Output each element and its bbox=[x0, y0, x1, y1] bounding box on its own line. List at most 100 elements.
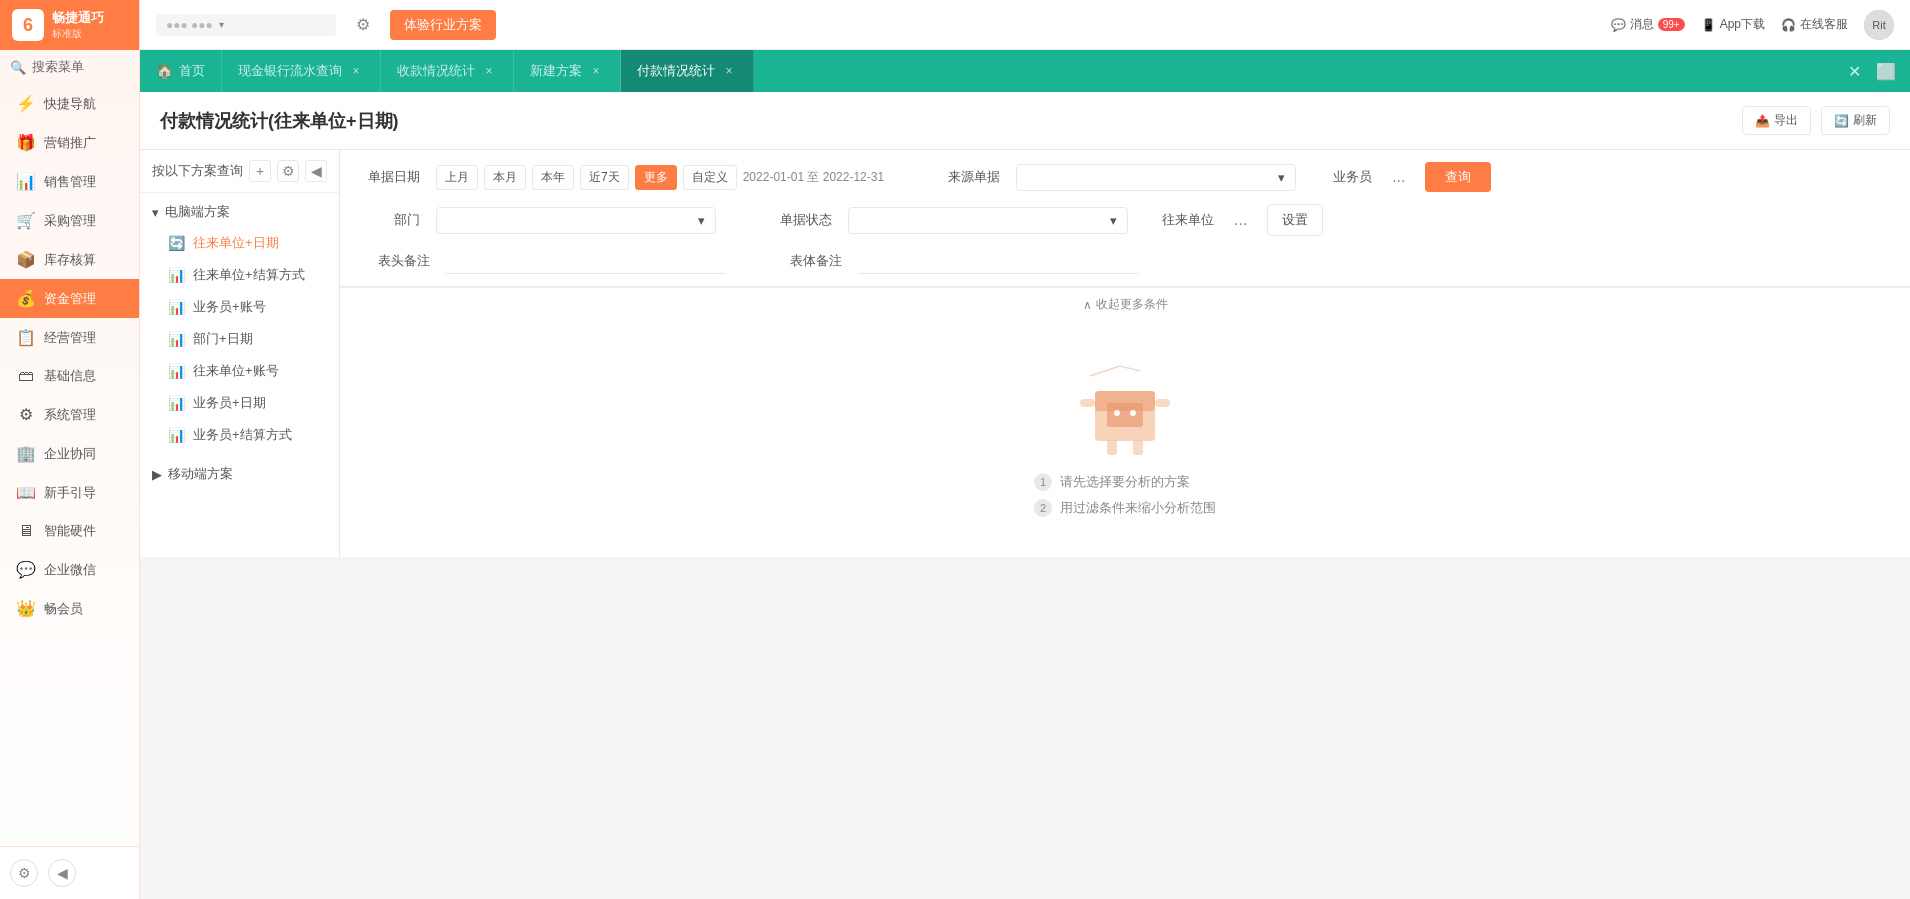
member-icon: 👑 bbox=[16, 599, 36, 618]
scheme-group-pc-header[interactable]: ▾ 电脑端方案 bbox=[140, 197, 339, 227]
tab-close-icon[interactable]: × bbox=[588, 63, 604, 79]
sidebar-item-inventory[interactable]: 📦 库存核算 bbox=[0, 240, 139, 279]
tab-bank-flow[interactable]: 现金银行流水查询 × bbox=[222, 50, 381, 92]
sidebar-item-weixin[interactable]: 💬 企业微信 bbox=[0, 550, 139, 589]
scheme-group-mobile: ▶ 移动端方案 bbox=[140, 455, 339, 493]
hint-num-1: 1 bbox=[1034, 473, 1052, 491]
tab-home[interactable]: 🏠 首页 bbox=[140, 50, 222, 92]
date-this-year-btn[interactable]: 本年 bbox=[532, 165, 574, 190]
date-7days-btn[interactable]: 近7天 bbox=[580, 165, 629, 190]
dept-chevron-icon: ▾ bbox=[698, 213, 705, 228]
sidebar-item-finance[interactable]: 💰 资金管理 bbox=[0, 279, 139, 318]
filter-row-3: 表头备注 表体备注 bbox=[360, 248, 1890, 274]
scheme-item-icon: 📊 bbox=[168, 299, 185, 315]
table-body-remark-input[interactable] bbox=[858, 248, 1138, 274]
date-last-month-btn[interactable]: 上月 bbox=[436, 165, 478, 190]
add-scheme-btn[interactable]: + bbox=[249, 160, 271, 182]
close-all-tabs-btn[interactable]: ✕ bbox=[1840, 57, 1868, 85]
collapse-triangle-icon: ▾ bbox=[152, 205, 159, 220]
tab-collection-stat[interactable]: 收款情况统计 × bbox=[381, 50, 514, 92]
sidebar-item-marketing[interactable]: 🎁 营销推广 bbox=[0, 123, 139, 162]
enterprise-icon: 🏢 bbox=[16, 444, 36, 463]
scheme-panel-title: 按以下方案查询 bbox=[152, 162, 243, 180]
expand-triangle-icon: ▶ bbox=[152, 467, 162, 482]
hint-text-2: 用过滤条件来缩小分析范围 bbox=[1060, 499, 1216, 517]
refresh-icon: 🔄 bbox=[1834, 114, 1849, 128]
sidebar-item-guide[interactable]: 📖 新手引导 bbox=[0, 473, 139, 512]
collapse-bar[interactable]: ∧ 收起更多条件 bbox=[340, 287, 1910, 321]
scheme-settings-btn[interactable]: ⚙ bbox=[277, 160, 299, 182]
sidebar-settings-btn[interactable]: ⚙ bbox=[10, 859, 38, 887]
scheme-item-partner-settle[interactable]: 📊 往来单位+结算方式 bbox=[140, 259, 339, 291]
message-label: 消息 bbox=[1630, 16, 1654, 33]
partner-dots[interactable]: ... bbox=[1230, 211, 1251, 229]
tab-close-icon[interactable]: × bbox=[481, 63, 497, 79]
scheme-item-label: 部门+日期 bbox=[193, 330, 253, 348]
tab-close-icon[interactable]: × bbox=[348, 63, 364, 79]
sidebar-item-label: 资金管理 bbox=[44, 290, 96, 308]
tab-payment-stat[interactable]: 付款情况统计 × bbox=[621, 50, 754, 92]
sidebar-item-purchase[interactable]: 🛒 采购管理 bbox=[0, 201, 139, 240]
topbar-settings-btn[interactable]: ⚙ bbox=[348, 10, 378, 40]
user-avatar[interactable]: Rit bbox=[1864, 10, 1894, 40]
scheme-item-salesperson-date[interactable]: 📊 业务员+日期 bbox=[140, 387, 339, 419]
sidebar-item-basic[interactable]: 🗃 基础信息 bbox=[0, 357, 139, 395]
finance-icon: 💰 bbox=[16, 289, 36, 308]
query-btn[interactable]: 查询 bbox=[1425, 162, 1491, 192]
settings-btn[interactable]: 设置 bbox=[1267, 204, 1323, 236]
right-content: 单据日期 上月 本月 本年 近7天 更多 自定义 2022-01-01 至 20… bbox=[340, 150, 1910, 557]
sidebar-collapse-btn[interactable]: ◀ bbox=[48, 859, 76, 887]
scheme-item-partner-account[interactable]: 📊 往来单位+账号 bbox=[140, 355, 339, 387]
maximize-btn[interactable]: ⬜ bbox=[1872, 57, 1900, 85]
source-doc-select[interactable]: ▾ bbox=[1016, 164, 1296, 191]
tab-close-icon[interactable]: × bbox=[721, 63, 737, 79]
date-custom-btn[interactable]: 自定义 bbox=[683, 165, 737, 190]
scheme-item-icon: 🔄 bbox=[168, 235, 185, 251]
scheme-item-partner-date[interactable]: 🔄 往来单位+日期 bbox=[140, 227, 339, 259]
inventory-icon: 📦 bbox=[16, 250, 36, 269]
dept-select[interactable]: ▾ bbox=[436, 207, 716, 234]
online-service-btn[interactable]: 🎧 在线客服 bbox=[1781, 16, 1848, 33]
scheme-item-icon: 📊 bbox=[168, 395, 185, 411]
scheme-item-salesperson-settle[interactable]: 📊 业务员+结算方式 bbox=[140, 419, 339, 451]
sidebar-item-system[interactable]: ⚙ 系统管理 bbox=[0, 395, 139, 434]
sidebar-item-enterprise[interactable]: 🏢 企业协同 bbox=[0, 434, 139, 473]
date-this-month-btn[interactable]: 本月 bbox=[484, 165, 526, 190]
scheme-item-dept-date[interactable]: 📊 部门+日期 bbox=[140, 323, 339, 355]
sidebar-item-quick-nav[interactable]: ⚡ 快捷导航 bbox=[0, 84, 139, 123]
logo-icon: 6 bbox=[12, 9, 44, 41]
sidebar-item-sales[interactable]: 📊 销售管理 bbox=[0, 162, 139, 201]
refresh-btn[interactable]: 🔄 刷新 bbox=[1821, 106, 1890, 135]
scheme-group-mobile-header[interactable]: ▶ 移动端方案 bbox=[140, 459, 339, 489]
sidebar-item-member[interactable]: 👑 畅会员 bbox=[0, 589, 139, 628]
trial-btn[interactable]: 体验行业方案 bbox=[390, 10, 496, 40]
tab-new-scheme[interactable]: 新建方案 × bbox=[514, 50, 621, 92]
table-header-remark-input[interactable] bbox=[446, 248, 726, 274]
collapse-icon: ∧ bbox=[1083, 298, 1092, 312]
avatar-text: Rit bbox=[1864, 10, 1894, 40]
scheme-item-salesperson-account[interactable]: 📊 业务员+账号 bbox=[140, 291, 339, 323]
message-btn[interactable]: 💬 消息 99+ bbox=[1611, 16, 1685, 33]
weixin-icon: 💬 bbox=[16, 560, 36, 579]
sidebar-search[interactable]: 🔍 搜索菜单 bbox=[0, 50, 139, 84]
scheme-group-pc: ▾ 电脑端方案 🔄 往来单位+日期 📊 往来单位+结算方式 📊 业务员+账号 bbox=[140, 193, 339, 455]
scheme-item-icon: 📊 bbox=[168, 363, 185, 379]
sidebar-item-label: 销售管理 bbox=[44, 173, 96, 191]
main-body: 按以下方案查询 + ⚙ ◀ ▾ 电脑端方案 🔄 往来单位+日期 bbox=[140, 150, 1910, 557]
sidebar-item-business[interactable]: 📋 经营管理 bbox=[0, 318, 139, 357]
app-download-btn[interactable]: 📱 App下载 bbox=[1701, 16, 1765, 33]
doc-status-select[interactable]: ▾ bbox=[848, 207, 1128, 234]
date-range-text: 2022-01-01 至 2022-12-31 bbox=[743, 169, 884, 186]
tabbar-actions: ✕ ⬜ bbox=[1830, 50, 1910, 92]
date-more-btn[interactable]: 更多 bbox=[635, 165, 677, 190]
logo-sub: 标准版 bbox=[52, 27, 104, 41]
main: ●●● ●●● ▾ ⚙ 体验行业方案 💬 消息 99+ 📱 App下载 🎧 在线… bbox=[140, 0, 1910, 899]
salesperson-dots[interactable]: ... bbox=[1388, 168, 1409, 186]
doc-status-label: 单据状态 bbox=[752, 211, 832, 229]
export-btn[interactable]: 📤 导出 bbox=[1742, 106, 1811, 135]
tab-label: 首页 bbox=[179, 62, 205, 80]
sales-icon: 📊 bbox=[16, 172, 36, 191]
scheme-collapse-btn[interactable]: ◀ bbox=[305, 160, 327, 182]
sidebar-item-hardware[interactable]: 🖥 智能硬件 bbox=[0, 512, 139, 550]
table-body-remark-label: 表体备注 bbox=[772, 252, 842, 270]
